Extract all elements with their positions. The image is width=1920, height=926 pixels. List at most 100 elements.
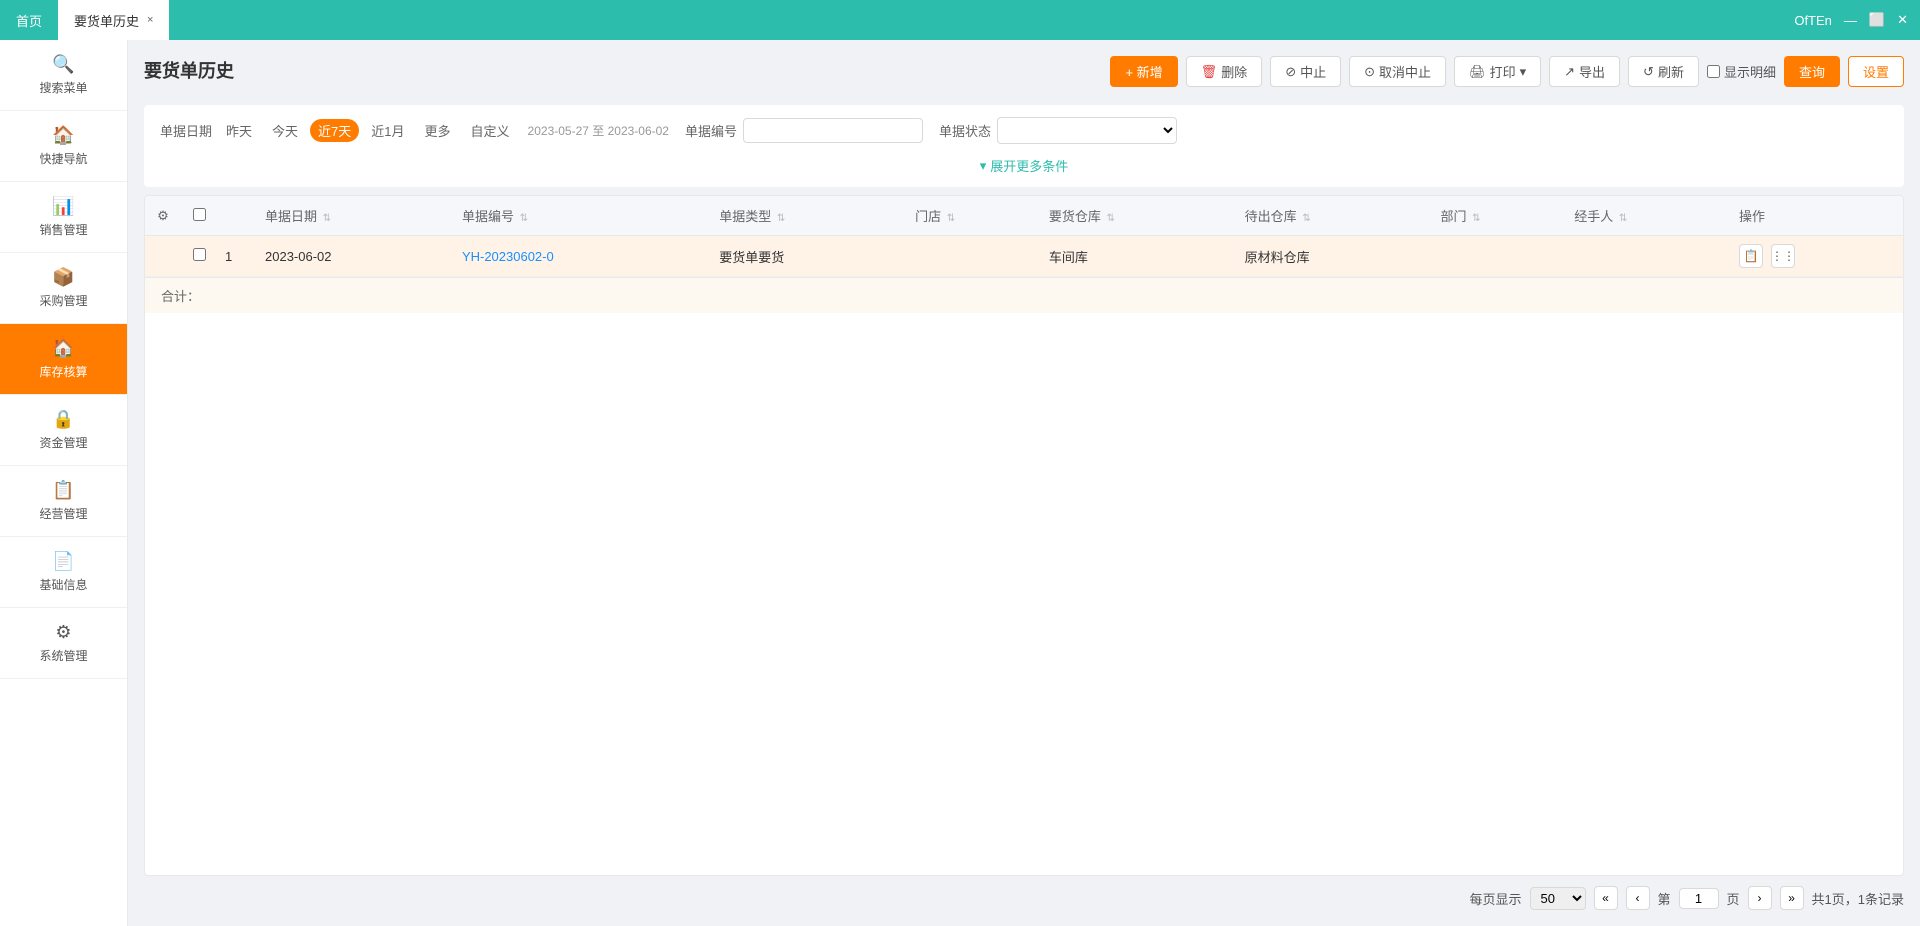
col-date[interactable]: 单据日期 ⇅ — [257, 196, 454, 236]
col-handler[interactable]: 经手人 ⇅ — [1566, 196, 1731, 236]
date-yesterday-btn[interactable]: 昨天 — [218, 119, 260, 142]
date-sort-icon: ⇅ — [323, 213, 331, 224]
col-department[interactable]: 部门 ⇅ — [1433, 196, 1567, 236]
tab-close-icon[interactable]: × — [147, 14, 153, 26]
status-select[interactable] — [997, 117, 1177, 144]
minimize-btn[interactable]: — — [1844, 13, 1857, 28]
cancel-stop-label: 取消中止 — [1379, 62, 1431, 81]
filter-row: 单据日期 昨天 今天 近7天 近1月 更多 自定义 2023-05-27 至 2… — [160, 117, 1888, 144]
sidebar-item-search-label: 搜索菜单 — [39, 79, 87, 96]
stop-button[interactable]: ⊘ 中止 — [1270, 56, 1341, 87]
select-all-checkbox[interactable] — [193, 208, 206, 221]
table-row: 1 2023-06-02 YH-20230602-0 要货单要货 车间库 原材料… — [145, 236, 1903, 277]
refresh-icon: ↺ — [1643, 64, 1654, 80]
row-req-warehouse: 车间库 — [1041, 236, 1237, 277]
home-icon: 🏠 — [52, 125, 74, 146]
query-button[interactable]: 查询 — [1784, 56, 1840, 87]
sidebar-item-search[interactable]: 🔍 搜索菜单 — [0, 40, 127, 111]
pagination-bar: 每页显示 50 20 100 « ‹ 第 页 › » 共1页，1条记录 — [144, 876, 1904, 910]
date-month1-btn[interactable]: 近1月 — [363, 119, 412, 142]
sidebar-item-sales[interactable]: 📊 销售管理 — [0, 182, 127, 253]
tab-history[interactable]: 要货单历史 × — [58, 0, 169, 40]
close-btn[interactable]: ✕ — [1897, 12, 1908, 28]
date-today-btn[interactable]: 今天 — [264, 119, 306, 142]
date-custom-btn[interactable]: 自定义 — [463, 119, 518, 142]
row-checkbox-cell[interactable] — [181, 236, 217, 277]
sidebar-item-finance[interactable]: 🔒 资金管理 — [0, 395, 127, 466]
sidebar-item-inventory[interactable]: 🏠 库存核算 — [0, 324, 127, 395]
date-filter-btns: 昨天 今天 近7天 近1月 更多 自定义 — [218, 119, 518, 142]
order-no-label: 单据编号 — [685, 121, 737, 140]
col-num — [217, 196, 257, 236]
col-store[interactable]: 门店 ⇅ — [907, 196, 1041, 236]
brand-text: OfTEn — [1794, 13, 1832, 28]
stop-label: 中止 — [1300, 62, 1326, 81]
expand-filter-btn[interactable]: ▾ 展开更多条件 — [980, 156, 1069, 175]
row-checkbox[interactable] — [193, 248, 206, 261]
last-page-btn[interactable]: » — [1780, 886, 1804, 910]
page-size-label: 每页显示 — [1469, 889, 1521, 908]
row-settings — [145, 236, 181, 277]
row-order-no[interactable]: YH-20230602-0 — [454, 236, 711, 277]
sidebar-item-operation[interactable]: 📋 经营管理 — [0, 466, 127, 537]
department-sort-icon: ⇅ — [1472, 213, 1480, 224]
row-handler — [1566, 236, 1731, 277]
page-size-select[interactable]: 50 20 100 — [1530, 887, 1586, 910]
print-chevron-icon: ▾ — [1520, 64, 1527, 80]
top-bar: 首页 要货单历史 × OfTEn — ⬜ ✕ — [0, 0, 1920, 40]
sidebar-item-purchase-label: 采购管理 — [39, 292, 87, 309]
req-warehouse-sort-icon: ⇅ — [1106, 213, 1114, 224]
export-label: 导出 — [1579, 62, 1605, 81]
settings-button[interactable]: 设置 — [1848, 56, 1904, 87]
show-detail-check[interactable] — [1707, 65, 1720, 78]
date-more-btn[interactable]: 更多 — [417, 119, 459, 142]
print-button[interactable]: 🖨 打印 ▾ — [1454, 56, 1541, 87]
prev-page-btn[interactable]: ‹ — [1626, 886, 1650, 910]
col-settings[interactable]: ⚙ — [145, 196, 181, 236]
col-order-type[interactable]: 单据类型 ⇅ — [711, 196, 907, 236]
date-week7-btn[interactable]: 近7天 — [310, 119, 359, 142]
col-checkbox-header[interactable] — [181, 196, 217, 236]
first-page-btn[interactable]: « — [1594, 886, 1618, 910]
refresh-button[interactable]: ↺ 刷新 — [1628, 56, 1699, 87]
cancel-stop-icon: ⊙ — [1364, 64, 1375, 80]
date-filter-label: 单据日期 — [160, 121, 212, 140]
col-actions: 操作 — [1731, 196, 1903, 236]
table-wrapper: ⚙ 单据日期 ⇅ 单据编号 ⇅ — [144, 195, 1904, 876]
col-order-no[interactable]: 单据编号 ⇅ — [454, 196, 711, 236]
col-req-warehouse[interactable]: 要货仓库 ⇅ — [1041, 196, 1237, 236]
sidebar-item-shortcut-label: 快捷导航 — [39, 150, 87, 167]
sidebar-item-operation-label: 经营管理 — [39, 505, 87, 522]
row-store — [907, 236, 1041, 277]
sidebar-item-system-label: 系统管理 — [39, 647, 87, 664]
status-label: 单据状态 — [939, 121, 991, 140]
show-detail-label: 显示明细 — [1724, 62, 1776, 81]
new-label: + 新增 — [1125, 62, 1162, 81]
delete-icon: 🗑 — [1201, 64, 1218, 80]
row-actions: 📋 ⋮⋮ — [1731, 236, 1903, 277]
next-page-btn[interactable]: › — [1748, 886, 1772, 910]
sidebar-item-system[interactable]: ⚙ 系统管理 — [0, 608, 127, 679]
row-action-more[interactable]: ⋮⋮ — [1771, 244, 1795, 268]
date-range-display: 2023-05-27 至 2023-06-02 — [528, 122, 669, 139]
row-action-edit[interactable]: 📋 — [1739, 244, 1763, 268]
page-number-input[interactable] — [1679, 888, 1719, 909]
box-icon: 📦 — [52, 267, 74, 288]
stop-icon: ⊘ — [1285, 64, 1296, 80]
tab-home-label: 首页 — [16, 11, 42, 30]
sidebar-item-shortcut[interactable]: 🏠 快捷导航 — [0, 111, 127, 182]
new-button[interactable]: + 新增 — [1110, 56, 1177, 87]
sidebar-item-finance-label: 资金管理 — [39, 434, 87, 451]
delete-button[interactable]: 🗑 删除 — [1186, 56, 1263, 87]
tab-home[interactable]: 首页 — [0, 0, 58, 40]
export-button[interactable]: ↗ 导出 — [1549, 56, 1620, 87]
total-info: 共1页，1条记录 — [1812, 889, 1904, 908]
col-pending-warehouse[interactable]: 待出仓库 ⇅ — [1237, 196, 1433, 236]
cancel-stop-button[interactable]: ⊙ 取消中止 — [1349, 56, 1446, 87]
sidebar-item-purchase[interactable]: 📦 采购管理 — [0, 253, 127, 324]
maximize-btn[interactable]: ⬜ — [1869, 12, 1885, 28]
show-detail-checkbox[interactable]: 显示明细 — [1707, 62, 1776, 81]
order-no-input[interactable] — [743, 118, 923, 143]
order-no-link[interactable]: YH-20230602-0 — [462, 249, 554, 264]
sidebar-item-basic[interactable]: 📄 基础信息 — [0, 537, 127, 608]
